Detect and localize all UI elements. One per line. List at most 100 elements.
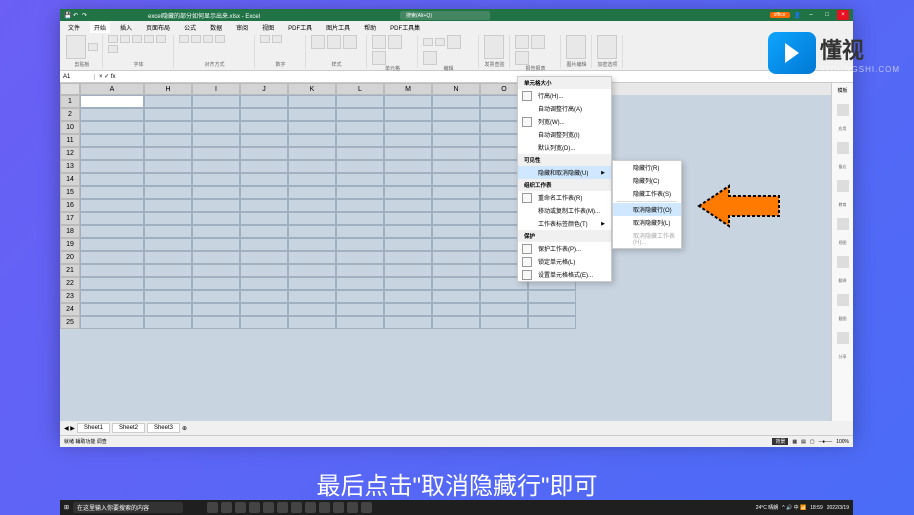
col-header[interactable]: K [288,83,336,95]
row-header[interactable]: 16 [60,199,80,212]
start-button[interactable]: ⊞ [64,504,69,511]
menu-pdfset[interactable]: PDF工具集 [386,22,424,33]
cell[interactable] [240,303,288,316]
cell[interactable] [192,225,240,238]
cell[interactable] [288,277,336,290]
cell[interactable] [144,173,192,186]
cell[interactable] [192,134,240,147]
pane-shot-icon[interactable] [837,294,849,306]
cell[interactable] [432,121,480,134]
status-bg[interactable]: 背景 [772,438,788,445]
menu-insert[interactable]: 插入 [116,22,136,33]
cell[interactable] [288,186,336,199]
cell[interactable] [336,121,384,134]
add-sheet-button[interactable]: ⊕ [182,425,187,432]
cell-button[interactable] [388,35,402,49]
cell[interactable] [192,95,240,108]
cell[interactable] [480,290,528,303]
undo-icon[interactable]: ↶ [73,12,79,18]
cell[interactable] [432,173,480,186]
cell[interactable] [80,95,144,108]
cell[interactable] [528,290,576,303]
taskbar-app-icon[interactable] [361,502,372,513]
view-layout-icon[interactable]: ▤ [801,439,806,445]
cm-hide-rows[interactable]: 隐藏行(R) [613,161,681,174]
font-button[interactable] [156,35,166,43]
encrypt-button[interactable] [597,35,617,59]
font-button[interactable] [132,35,142,43]
taskbar-app-icon[interactable] [347,502,358,513]
cell[interactable] [144,186,192,199]
cell[interactable] [336,186,384,199]
menu-file[interactable]: 文件 [64,22,84,33]
cell[interactable] [144,160,192,173]
taskbar-search[interactable]: 在这里输入你要搜索的内容 [73,502,183,513]
cm-move-sheet[interactable]: 移动或复制工作表(M)... [518,204,611,217]
row-header[interactable]: 15 [60,186,80,199]
cell[interactable] [192,251,240,264]
cell[interactable] [144,147,192,160]
cell[interactable] [240,147,288,160]
cell[interactable] [240,95,288,108]
pane-trans-icon[interactable] [837,256,849,268]
font-button[interactable] [120,35,130,43]
pane-share-icon[interactable] [837,332,849,344]
cell[interactable] [384,186,432,199]
cm-default-width[interactable]: 默认列宽(D)... [518,141,611,154]
cell[interactable] [144,212,192,225]
row-header[interactable]: 21 [60,264,80,277]
cell[interactable] [288,303,336,316]
select-all-corner[interactable] [60,83,80,95]
clock-time[interactable]: 18:59 [810,505,823,511]
cell[interactable] [528,316,576,329]
cell[interactable] [80,134,144,147]
menu-help[interactable]: 帮助 [360,22,380,33]
cell[interactable] [384,251,432,264]
pane-app-icon[interactable] [837,104,849,116]
cell[interactable] [384,95,432,108]
taskbar-app-icon[interactable] [263,502,274,513]
style-button[interactable] [311,35,325,49]
maximize-button[interactable]: □ [821,10,833,20]
taskbar-app-icon[interactable] [207,502,218,513]
cell[interactable] [80,147,144,160]
cell[interactable] [288,264,336,277]
cell[interactable] [240,121,288,134]
cm-autofit-col[interactable]: 自动调整列宽(I) [518,128,611,141]
cell[interactable] [240,225,288,238]
cell[interactable] [240,277,288,290]
cell[interactable] [336,225,384,238]
redo-icon[interactable]: ↷ [82,12,88,18]
cm-rename-sheet[interactable]: 重命名工作表(R) [518,191,611,204]
format-button[interactable] [372,51,386,65]
cell[interactable] [144,251,192,264]
cell[interactable] [384,160,432,173]
cell[interactable] [240,238,288,251]
cell[interactable] [288,225,336,238]
edit-button[interactable] [435,38,445,46]
cell[interactable] [80,238,144,251]
align-button[interactable] [179,35,189,43]
cell[interactable] [144,225,192,238]
menu-pic[interactable]: 图片工具 [322,22,354,33]
row-header[interactable]: 19 [60,238,80,251]
cell[interactable] [144,108,192,121]
cell[interactable] [288,121,336,134]
row-header[interactable]: 23 [60,290,80,303]
cell[interactable] [288,160,336,173]
col-header[interactable]: N [432,83,480,95]
col-header[interactable]: H [144,83,192,95]
cell[interactable] [336,264,384,277]
row-header[interactable]: 10 [60,121,80,134]
cell[interactable] [240,186,288,199]
cell[interactable] [384,147,432,160]
name-box[interactable]: A1 [60,74,95,80]
zoom-slider[interactable]: ─●── [819,439,833,445]
cell[interactable] [288,147,336,160]
cell[interactable] [192,108,240,121]
cell[interactable] [80,303,144,316]
report-button[interactable] [515,35,529,49]
cell[interactable] [432,212,480,225]
cut-button[interactable] [88,43,98,51]
cm-tab-color[interactable]: 工作表标签颜色(T)▶ [518,217,611,230]
